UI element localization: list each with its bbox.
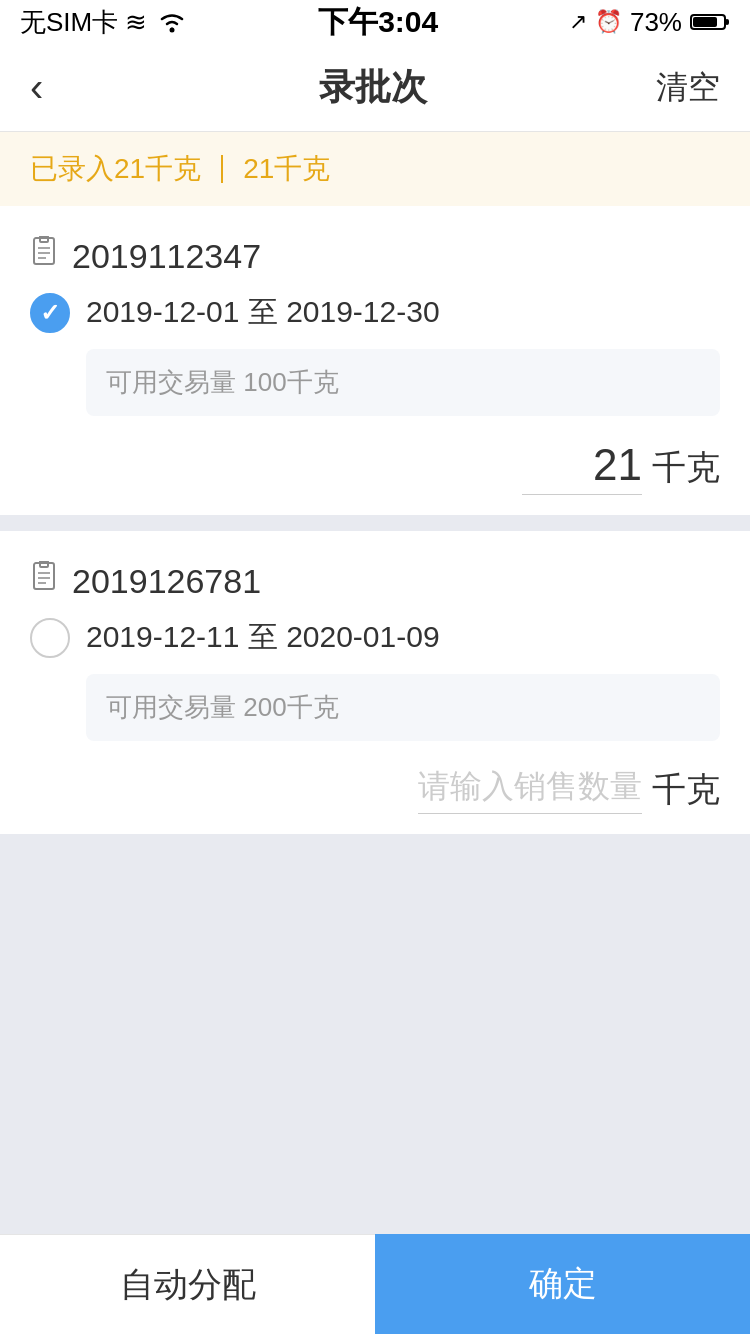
info-amount: 21千克: [243, 150, 330, 188]
status-right: ↗ ⏰ 73%: [569, 7, 730, 38]
batch1-date-row[interactable]: 2019-12-01 至 2019-12-30: [30, 292, 720, 333]
alarm-icon: ⏰: [595, 9, 622, 35]
svg-point-0: [170, 28, 175, 33]
batch1-id: 2019112347: [72, 237, 261, 276]
batch2-id: 2019126781: [72, 562, 261, 601]
status-left: 无SIM卡 ≋: [20, 5, 187, 40]
empty-area: [0, 834, 750, 1234]
no-sim-text: 无SIM卡 ≋: [20, 5, 147, 40]
recorded-label: 已录入21千克: [30, 150, 201, 188]
batch2-card: 2019126781 2019-12-11 至 2020-01-09 可用交易量…: [0, 531, 750, 741]
batch1-unit: 千克: [652, 445, 720, 491]
nav-bar: ‹ 录批次 清空: [0, 44, 750, 132]
batch2-date: 2019-12-11 至 2020-01-09: [86, 617, 440, 658]
status-bar: 无SIM卡 ≋ 下午3:04 ↗ ⏰ 73%: [0, 0, 750, 44]
batch2-available: 可用交易量 200千克: [86, 674, 720, 741]
svg-rect-3: [693, 17, 717, 27]
batch2-input-placeholder: 请输入销售数量: [418, 768, 642, 804]
batch1-quantity-row[interactable]: 21 千克: [0, 416, 750, 515]
batch2-date-row[interactable]: 2019-12-11 至 2020-01-09: [30, 617, 720, 658]
battery-text: 73%: [630, 7, 682, 38]
batch1-quantity-input[interactable]: 21: [522, 440, 642, 495]
back-button[interactable]: ‹: [30, 65, 90, 110]
svg-rect-2: [725, 19, 729, 25]
batch2-unit: 千克: [652, 767, 720, 813]
battery-icon: [690, 12, 730, 32]
wifi-icon: [157, 11, 187, 33]
section-separator: [0, 515, 750, 531]
batch1-available-text: 可用交易量 100千克: [106, 367, 339, 397]
batch2-icon: [30, 561, 62, 601]
batch2-radio[interactable]: [30, 618, 70, 658]
status-time: 下午3:04: [318, 2, 438, 43]
clear-button[interactable]: 清空: [656, 66, 720, 110]
batch1-quantity-value: 21: [593, 440, 642, 489]
confirm-button[interactable]: 确定: [375, 1234, 750, 1334]
page-title: 录批次: [319, 63, 427, 112]
batch1-header: 2019112347: [30, 236, 720, 276]
batch1-radio[interactable]: [30, 293, 70, 333]
batch1-card: 2019112347 2019-12-01 至 2019-12-30 可用交易量…: [0, 206, 750, 416]
batch2-available-text: 可用交易量 200千克: [106, 692, 339, 722]
auto-distribute-button[interactable]: 自动分配: [0, 1234, 375, 1334]
bottom-bar: 自动分配 确定: [0, 1234, 750, 1334]
batch2-header: 2019126781: [30, 561, 720, 601]
location-icon: ↗: [569, 9, 587, 35]
batch2-input-row[interactable]: 请输入销售数量 千克: [0, 741, 750, 834]
batch1-date: 2019-12-01 至 2019-12-30: [86, 292, 440, 333]
info-divider: [221, 155, 223, 183]
batch1-available: 可用交易量 100千克: [86, 349, 720, 416]
batch1-icon: [30, 236, 62, 276]
batch2-quantity-input[interactable]: 请输入销售数量: [418, 765, 642, 814]
info-banner: 已录入21千克 21千克: [0, 132, 750, 206]
